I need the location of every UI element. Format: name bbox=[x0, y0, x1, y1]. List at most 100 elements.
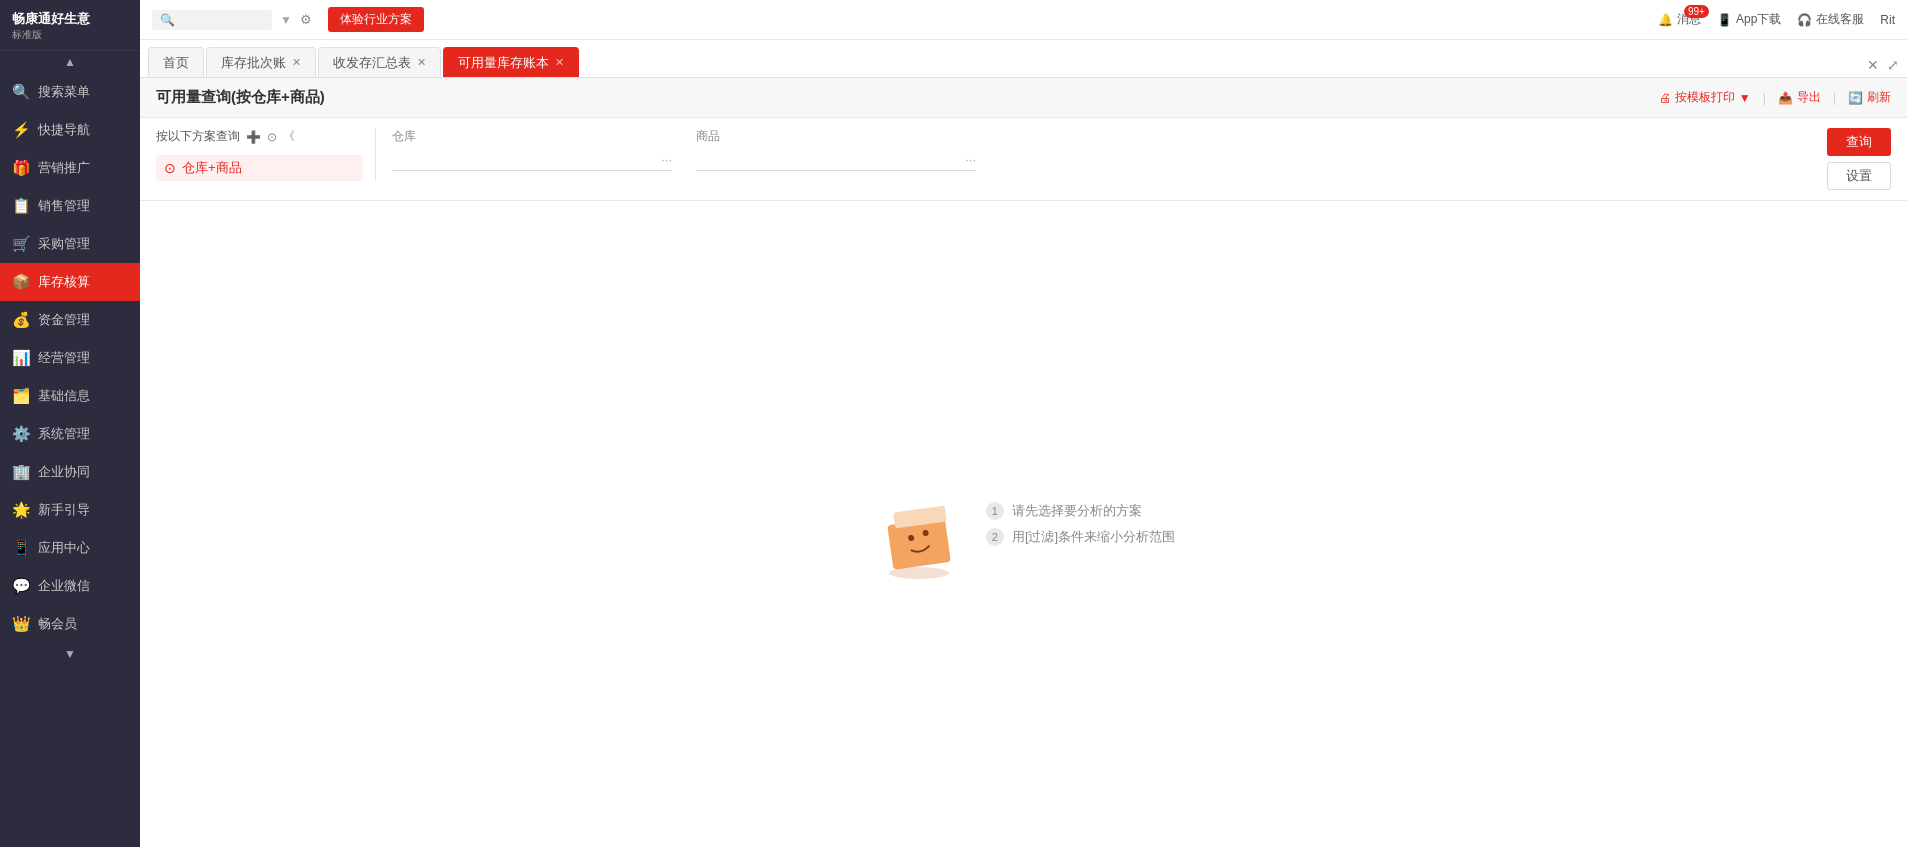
tab-inventory-summary[interactable]: 收发存汇总表 ✕ bbox=[318, 47, 441, 77]
filter-scheme-header: 按以下方案查询 ➕ ⊙ 《 bbox=[156, 128, 363, 145]
tab-close-current-button[interactable]: ✕ bbox=[1867, 57, 1879, 73]
sidebar-item-label: 系统管理 bbox=[38, 425, 90, 443]
app-tag: 标准版 bbox=[12, 28, 128, 42]
sidebar-item-label: 快捷导航 bbox=[38, 121, 90, 139]
tab-batch-account-close[interactable]: ✕ bbox=[292, 56, 301, 69]
newbie-icon: 🌟 bbox=[12, 501, 30, 519]
purchase-icon: 🛒 bbox=[12, 235, 30, 253]
sidebar-item-marketing[interactable]: 🎁 营销推广 bbox=[0, 149, 140, 187]
mobile-icon: 📱 bbox=[1717, 13, 1732, 27]
sidebar-item-system[interactable]: ⚙️ 系统管理 bbox=[0, 415, 140, 453]
scheme-item-warehouse-product[interactable]: ⊙ 仓库+商品 bbox=[156, 155, 363, 181]
separator: | bbox=[1763, 91, 1766, 105]
messages-button[interactable]: 🔔 99+ 消息 bbox=[1658, 11, 1701, 28]
add-scheme-icon[interactable]: ➕ bbox=[246, 130, 261, 144]
scheme-item-icon: ⊙ bbox=[164, 160, 176, 176]
vip-icon: 👑 bbox=[12, 615, 30, 633]
tab-home-label: 首页 bbox=[163, 54, 189, 72]
messages-badge: 99+ bbox=[1684, 5, 1709, 18]
message-bell-icon: 🔔 bbox=[1658, 13, 1673, 27]
tab-available-stock-close[interactable]: ✕ bbox=[555, 56, 564, 69]
sidebar-item-quick-nav[interactable]: ⚡ 快捷导航 bbox=[0, 111, 140, 149]
collapse-filter-icon[interactable]: 《 bbox=[283, 128, 295, 145]
sidebar-scroll-down[interactable]: ▼ bbox=[0, 643, 140, 665]
online-service-button[interactable]: 🎧 在线客服 bbox=[1797, 11, 1864, 28]
app-download-label: App下载 bbox=[1736, 11, 1781, 28]
scheme-item-label: 仓库+商品 bbox=[182, 159, 242, 177]
page-header: 可用量查询(按仓库+商品) 🖨 按模板打印 ▼ | 📤 导出 | 🔄 刷新 bbox=[140, 78, 1907, 118]
sidebar-item-vip[interactable]: 👑 畅会员 bbox=[0, 605, 140, 643]
basic-icon: 🗂️ bbox=[12, 387, 30, 405]
sidebar-item-search[interactable]: 🔍 搜索菜单 bbox=[0, 73, 140, 111]
tab-bar: 首页 库存批次账 ✕ 收发存汇总表 ✕ 可用量库存账本 ✕ ✕ ⤢ bbox=[140, 40, 1907, 78]
sidebar-item-enterprise[interactable]: 🏢 企业协同 bbox=[0, 453, 140, 491]
sidebar-item-label: 库存核算 bbox=[38, 273, 90, 291]
sidebar-item-label: 经营管理 bbox=[38, 349, 90, 367]
sidebar-item-inventory[interactable]: 📦 库存核算 bbox=[0, 263, 140, 301]
sidebar-item-label: 企业微信 bbox=[38, 577, 90, 595]
search-icon: 🔍 bbox=[160, 13, 175, 27]
tab-batch-account[interactable]: 库存批次账 ✕ bbox=[206, 47, 316, 77]
filter-product-field: 商品 ··· bbox=[696, 128, 976, 171]
quick-nav-icon: ⚡ bbox=[12, 121, 30, 139]
hint-text-1: 请先选择要分析的方案 bbox=[1012, 502, 1142, 520]
warehouse-input[interactable] bbox=[392, 152, 657, 167]
refresh-icon: 🔄 bbox=[1848, 91, 1863, 105]
hint-text-2: 用[过滤]条件来缩小分析范围 bbox=[1012, 528, 1175, 546]
product-input-wrapper: ··· bbox=[696, 149, 976, 171]
industry-solution-button[interactable]: 体验行业方案 bbox=[328, 7, 424, 32]
template-print-button[interactable]: 🖨 按模板打印 ▼ bbox=[1659, 89, 1751, 106]
product-label: 商品 bbox=[696, 128, 976, 145]
wechat-icon: 💬 bbox=[12, 577, 30, 595]
sidebar-item-label: 采购管理 bbox=[38, 235, 90, 253]
sidebar-item-app-center[interactable]: 📱 应用中心 bbox=[0, 529, 140, 567]
query-button[interactable]: 查询 bbox=[1827, 128, 1891, 156]
settings-button[interactable]: 设置 bbox=[1827, 162, 1891, 190]
separator2: | bbox=[1833, 91, 1836, 105]
app-download-button[interactable]: 📱 App下载 bbox=[1717, 11, 1781, 28]
hint-num-1: 1 bbox=[986, 502, 1004, 520]
sidebar-item-sales[interactable]: 📋 销售管理 bbox=[0, 187, 140, 225]
refresh-button[interactable]: 🔄 刷新 bbox=[1848, 89, 1891, 106]
hint-item-1: 1 请先选择要分析的方案 bbox=[986, 502, 1175, 520]
sidebar-item-purchase[interactable]: 🛒 采购管理 bbox=[0, 225, 140, 263]
tab-expand-button[interactable]: ⤢ bbox=[1887, 57, 1899, 73]
finance-icon: 💰 bbox=[12, 311, 30, 329]
sidebar-item-basic[interactable]: 🗂️ 基础信息 bbox=[0, 377, 140, 415]
filter-actions: 查询 设置 bbox=[1811, 128, 1891, 190]
sidebar-item-operation[interactable]: 📊 经营管理 bbox=[0, 339, 140, 377]
sidebar-item-label: 销售管理 bbox=[38, 197, 90, 215]
product-dots-button[interactable]: ··· bbox=[965, 152, 976, 167]
product-input[interactable] bbox=[696, 152, 961, 167]
tab-inventory-summary-label: 收发存汇总表 bbox=[333, 54, 411, 72]
sidebar-item-wechat[interactable]: 💬 企业微信 bbox=[0, 567, 140, 605]
export-button[interactable]: 📤 导出 bbox=[1778, 89, 1821, 106]
sidebar-item-finance[interactable]: 💰 资金管理 bbox=[0, 301, 140, 339]
operation-icon: 📊 bbox=[12, 349, 30, 367]
sidebar-item-label: 畅会员 bbox=[38, 615, 77, 633]
tab-available-stock[interactable]: 可用量库存账本 ✕ bbox=[443, 47, 579, 77]
content-area: 1 请先选择要分析的方案 2 用[过滤]条件来缩小分析范围 bbox=[140, 201, 1907, 847]
sidebar-scroll-up[interactable]: ▲ bbox=[0, 51, 140, 73]
warehouse-dots-button[interactable]: ··· bbox=[661, 152, 672, 167]
user-name[interactable]: Rit bbox=[1880, 13, 1895, 27]
search-dropdown-icon[interactable]: ▼ bbox=[280, 13, 292, 27]
filter-scheme-panel: 按以下方案查询 ➕ ⊙ 《 ⊙ 仓库+商品 bbox=[156, 128, 376, 181]
gear-icon[interactable]: ⚙ bbox=[300, 12, 312, 27]
empty-hints: 1 请先选择要分析的方案 2 用[过滤]条件来缩小分析范围 bbox=[986, 502, 1175, 546]
warehouse-input-wrapper: ··· bbox=[392, 149, 672, 171]
print-dropdown-icon[interactable]: ▼ bbox=[1739, 91, 1751, 105]
tab-inventory-summary-close[interactable]: ✕ bbox=[417, 56, 426, 69]
sales-icon: 📋 bbox=[12, 197, 30, 215]
top-search-box[interactable]: 🔍 bbox=[152, 10, 272, 30]
sidebar-item-newbie[interactable]: 🌟 新手引导 bbox=[0, 491, 140, 529]
set-scheme-icon[interactable]: ⊙ bbox=[267, 130, 277, 144]
inventory-icon: 📦 bbox=[12, 273, 30, 291]
marketing-icon: 🎁 bbox=[12, 159, 30, 177]
tab-home[interactable]: 首页 bbox=[148, 47, 204, 77]
top-bar: 🔍 ▼ ⚙ 体验行业方案 🔔 99+ 消息 📱 App下载 🎧 在线客服 Rit bbox=[140, 0, 1907, 40]
tab-controls: ✕ ⤢ bbox=[1867, 57, 1899, 77]
warehouse-label: 仓库 bbox=[392, 128, 672, 145]
sidebar-item-label: 应用中心 bbox=[38, 539, 90, 557]
filter-scheme-label: 按以下方案查询 bbox=[156, 128, 240, 145]
